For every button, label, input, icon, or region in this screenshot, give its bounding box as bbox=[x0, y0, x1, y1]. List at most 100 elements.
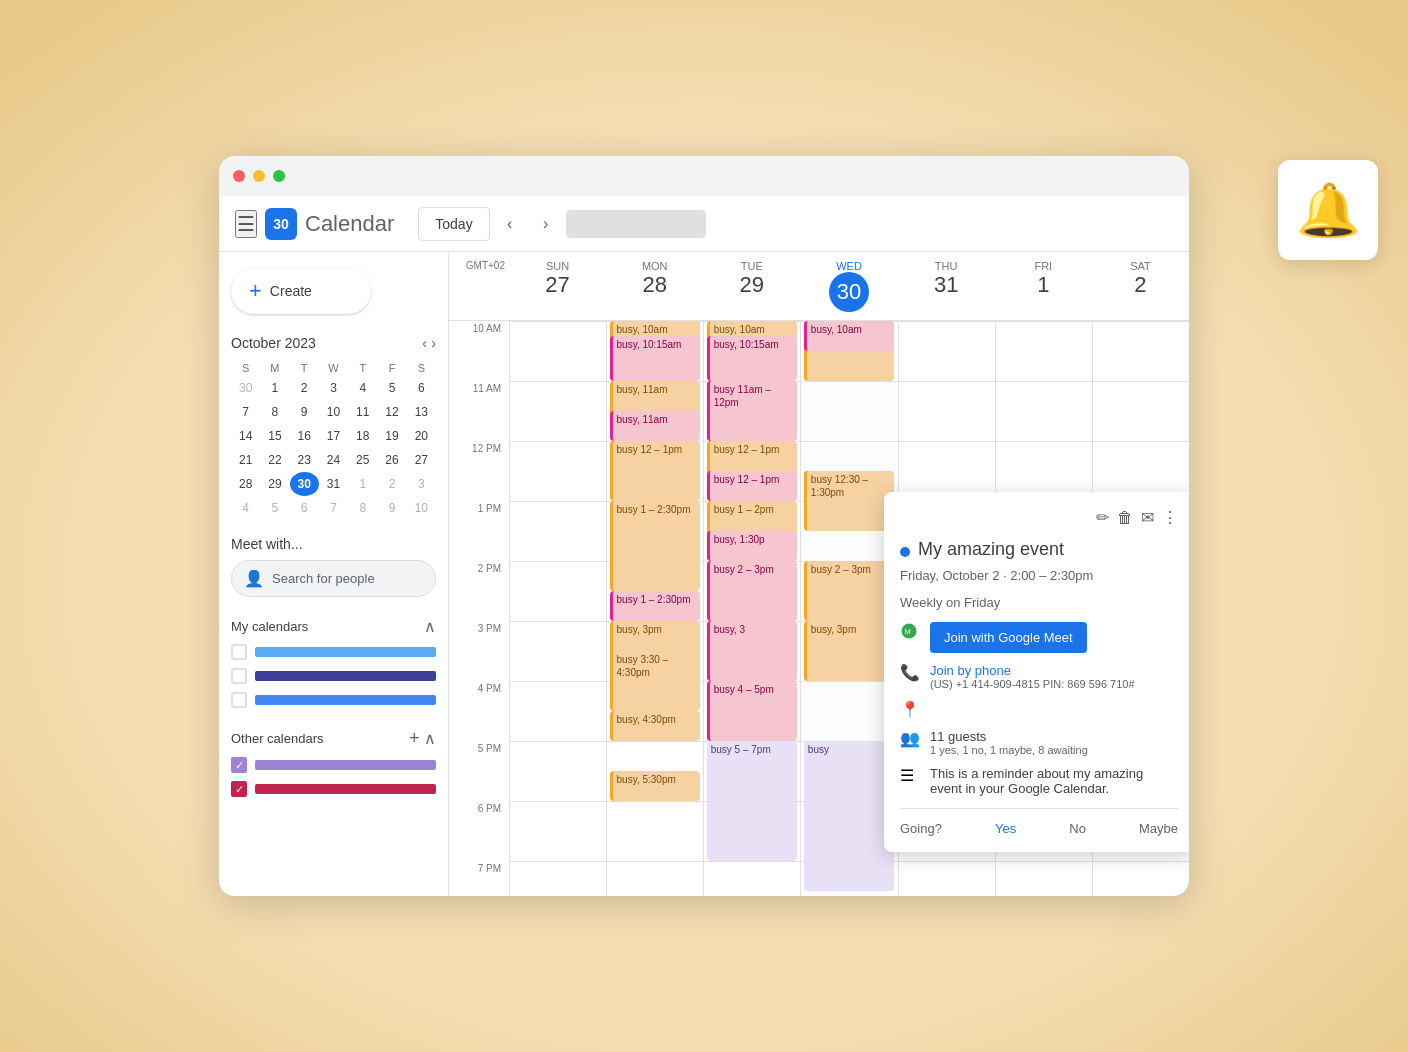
mini-cal-day[interactable]: 8 bbox=[260, 400, 289, 424]
time-cell[interactable] bbox=[1092, 861, 1189, 896]
time-cell[interactable] bbox=[509, 441, 606, 501]
today-button[interactable]: Today bbox=[418, 207, 489, 241]
mini-cal-day[interactable]: 6 bbox=[290, 496, 319, 520]
time-cell[interactable] bbox=[1092, 321, 1189, 381]
my-calendar-item-3[interactable] bbox=[231, 688, 436, 712]
cal-checkbox-2[interactable] bbox=[231, 668, 247, 684]
mini-cal-day[interactable]: 17 bbox=[319, 424, 348, 448]
mini-cal-day[interactable]: 1 bbox=[260, 376, 289, 400]
time-cell[interactable] bbox=[509, 381, 606, 441]
time-cell[interactable] bbox=[606, 801, 703, 861]
event-block[interactable]: busy, 3pm bbox=[804, 621, 894, 681]
mini-cal-day[interactable]: 25 bbox=[348, 448, 377, 472]
mini-cal-day[interactable]: 9 bbox=[377, 496, 406, 520]
mini-cal-day[interactable]: 28 bbox=[231, 472, 260, 496]
time-cell[interactable] bbox=[509, 741, 606, 801]
time-cell[interactable] bbox=[898, 321, 995, 381]
mini-cal-day[interactable]: 10 bbox=[319, 400, 348, 424]
event-block[interactable]: busy 3:30 – 4:30pm bbox=[610, 651, 700, 711]
menu-button[interactable]: ☰ bbox=[235, 210, 257, 238]
other-cal-checkbox-2[interactable]: ✓ bbox=[231, 781, 247, 797]
join-meet-button[interactable]: Join with Google Meet bbox=[930, 622, 1087, 653]
next-period-button[interactable]: › bbox=[530, 208, 562, 240]
mini-cal-day[interactable]: 8 bbox=[348, 496, 377, 520]
join-phone-link[interactable]: Join by phone bbox=[930, 663, 1135, 678]
mini-cal-day[interactable]: 5 bbox=[260, 496, 289, 520]
event-block[interactable]: busy 1 – 2:30pm bbox=[610, 591, 700, 621]
mini-cal-day[interactable]: 7 bbox=[319, 496, 348, 520]
mini-cal-day[interactable]: 30 bbox=[231, 376, 260, 400]
popup-email-button[interactable]: ✉ bbox=[1141, 508, 1154, 527]
rsvp-no-button[interactable]: No bbox=[1069, 821, 1086, 836]
mini-cal-day[interactable]: 2 bbox=[290, 376, 319, 400]
time-cell[interactable] bbox=[509, 561, 606, 621]
event-block[interactable]: busy, 11am bbox=[610, 411, 700, 441]
time-cell[interactable] bbox=[995, 861, 1092, 896]
time-cell[interactable] bbox=[509, 801, 606, 861]
rsvp-yes-button[interactable]: Yes bbox=[995, 821, 1016, 836]
mini-cal-day[interactable]: 20 bbox=[407, 424, 436, 448]
minimize-dot[interactable] bbox=[253, 170, 265, 182]
time-cell[interactable] bbox=[606, 861, 703, 896]
other-calendar-item-1[interactable]: ✓ bbox=[231, 753, 436, 777]
event-block[interactable]: busy 4 – 5pm bbox=[707, 681, 797, 741]
mini-cal-day[interactable]: 15 bbox=[260, 424, 289, 448]
create-button[interactable]: + Create bbox=[231, 268, 371, 314]
event-block[interactable]: busy 11am – 12pm bbox=[707, 381, 797, 441]
event-block[interactable]: busy, 5:30pm bbox=[610, 771, 700, 801]
prev-period-button[interactable]: ‹ bbox=[494, 208, 526, 240]
mini-cal-day[interactable]: 6 bbox=[407, 376, 436, 400]
popup-delete-button[interactable]: 🗑 bbox=[1117, 508, 1133, 527]
time-cell[interactable] bbox=[995, 321, 1092, 381]
rsvp-maybe-button[interactable]: Maybe bbox=[1139, 821, 1178, 836]
mini-cal-day[interactable]: 5 bbox=[377, 376, 406, 400]
event-block[interactable]: busy 5 – 7pm bbox=[707, 741, 797, 861]
mini-cal-day[interactable]: 30 bbox=[290, 472, 319, 496]
time-cell[interactable] bbox=[509, 681, 606, 741]
event-block[interactable]: busy 12 – 1pm bbox=[707, 471, 797, 501]
time-cell[interactable] bbox=[898, 381, 995, 441]
time-cell[interactable] bbox=[898, 861, 995, 896]
mini-cal-day[interactable]: 4 bbox=[231, 496, 260, 520]
mini-cal-day[interactable]: 13 bbox=[407, 400, 436, 424]
mini-cal-day[interactable]: 18 bbox=[348, 424, 377, 448]
mini-cal-day[interactable]: 10 bbox=[407, 496, 436, 520]
my-calendar-item-1[interactable] bbox=[231, 640, 436, 664]
time-cell[interactable] bbox=[509, 621, 606, 681]
mini-cal-day[interactable]: 21 bbox=[231, 448, 260, 472]
event-block[interactable]: busy 12 – 1pm bbox=[610, 441, 700, 501]
time-cell[interactable] bbox=[995, 381, 1092, 441]
event-block[interactable]: busy, 10:15am bbox=[610, 336, 700, 381]
event-block[interactable]: busy, 3 bbox=[707, 621, 797, 681]
event-block[interactable]: busy, 10:15am bbox=[707, 336, 797, 381]
other-cal-checkbox-1[interactable]: ✓ bbox=[231, 757, 247, 773]
cal-checkbox-1[interactable] bbox=[231, 644, 247, 660]
mini-cal-day[interactable]: 31 bbox=[319, 472, 348, 496]
time-cell[interactable] bbox=[509, 321, 606, 381]
my-calendar-item-2[interactable] bbox=[231, 664, 436, 688]
event-block[interactable]: busy, 4:30pm bbox=[610, 711, 700, 741]
maximize-dot[interactable] bbox=[273, 170, 285, 182]
cal-checkbox-3[interactable] bbox=[231, 692, 247, 708]
my-calendars-header[interactable]: My calendars ∧ bbox=[231, 613, 436, 640]
event-block[interactable]: busy, 1:30p bbox=[707, 531, 797, 561]
event-block[interactable]: busy 12:30 – 1:30pm bbox=[804, 471, 894, 531]
day-col-wed[interactable]: WED 30 bbox=[800, 252, 897, 320]
mini-cal-day[interactable]: 12 bbox=[377, 400, 406, 424]
add-other-calendar-button[interactable]: + bbox=[409, 728, 420, 749]
mini-cal-day[interactable]: 3 bbox=[407, 472, 436, 496]
event-block[interactable]: busy bbox=[804, 741, 894, 891]
mini-cal-day[interactable]: 2 bbox=[377, 472, 406, 496]
time-cell[interactable] bbox=[509, 861, 606, 896]
mini-cal-day[interactable]: 11 bbox=[348, 400, 377, 424]
mini-cal-day[interactable]: 4 bbox=[348, 376, 377, 400]
time-cell[interactable] bbox=[509, 501, 606, 561]
mini-cal-day[interactable]: 7 bbox=[231, 400, 260, 424]
popup-edit-button[interactable]: ✏ bbox=[1096, 508, 1109, 527]
time-cell[interactable] bbox=[703, 861, 800, 896]
event-block[interactable]: busy 2 – 3pm bbox=[707, 561, 797, 621]
other-calendar-item-2[interactable]: ✓ bbox=[231, 777, 436, 801]
time-cell[interactable] bbox=[1092, 381, 1189, 441]
mini-cal-day[interactable]: 22 bbox=[260, 448, 289, 472]
mini-cal-day[interactable]: 23 bbox=[290, 448, 319, 472]
